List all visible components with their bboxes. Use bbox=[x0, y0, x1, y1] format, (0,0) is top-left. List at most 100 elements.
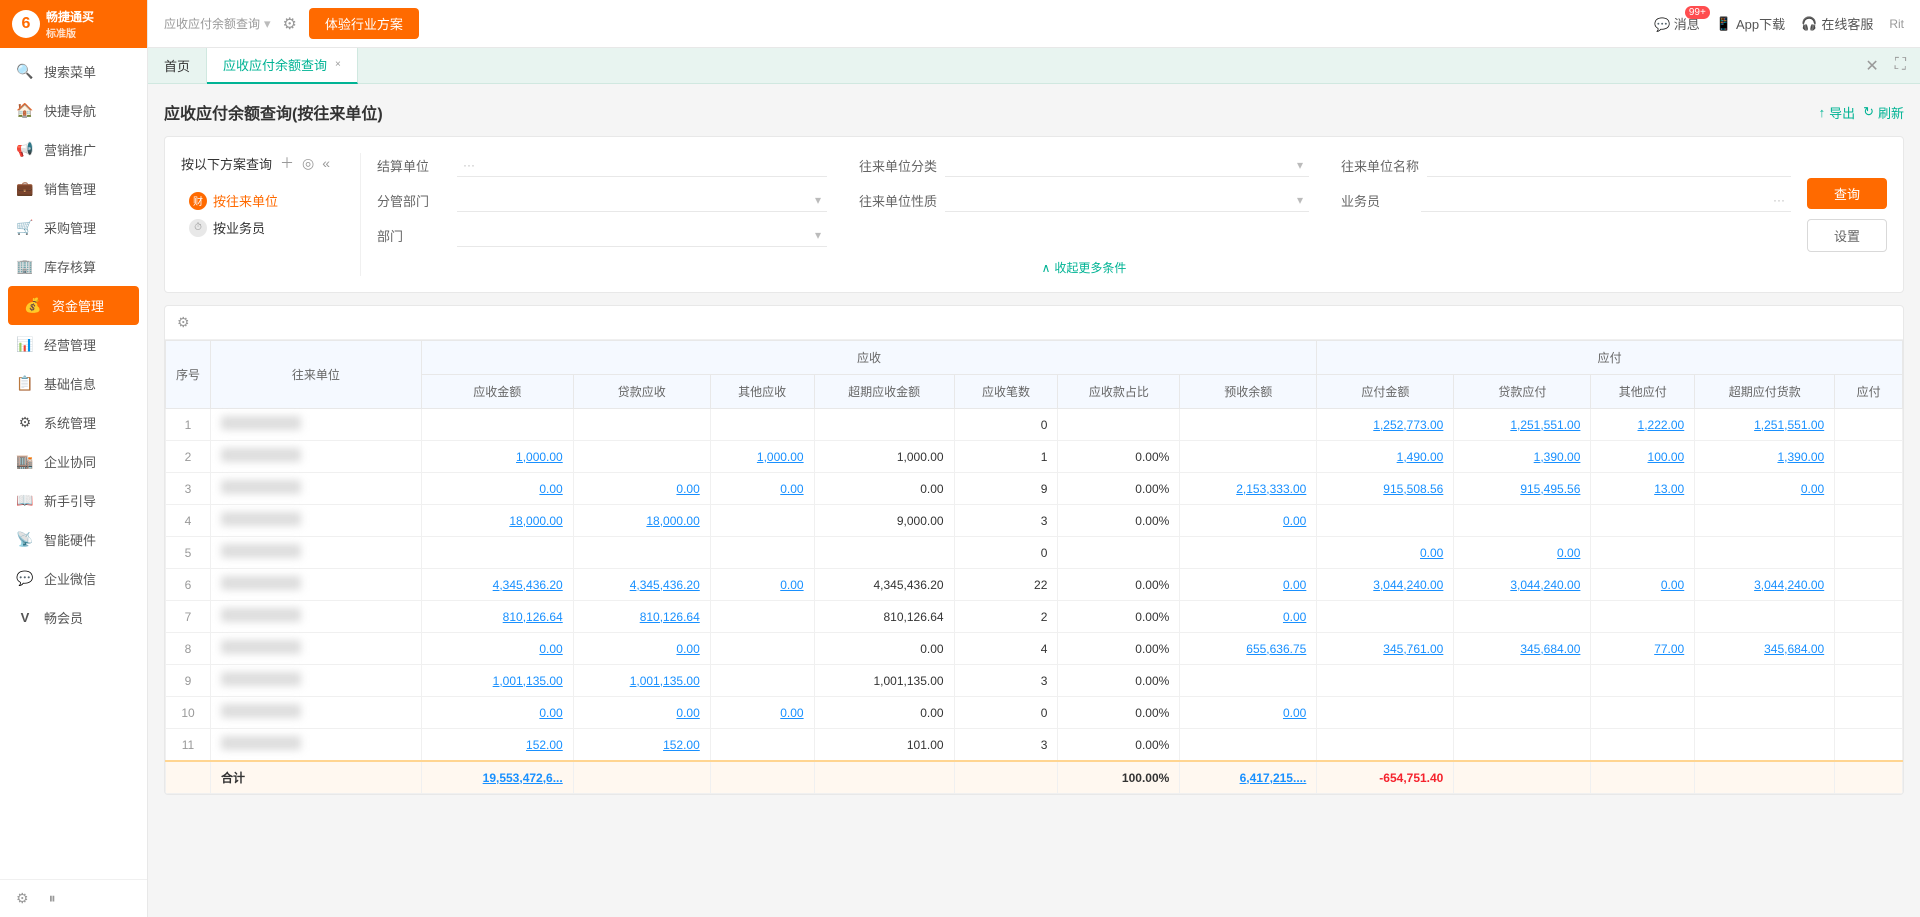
footer-advance[interactable]: 6,417,215.... bbox=[1180, 761, 1317, 794]
table-cell[interactable]: 0.00 bbox=[710, 697, 814, 729]
table-cell[interactable]: 13.00 bbox=[1591, 473, 1695, 505]
option-by-employee[interactable]: ⏱ 按业务员 bbox=[189, 214, 344, 241]
table-cell[interactable]: 915,508.56 bbox=[1317, 473, 1454, 505]
option-by-partner[interactable]: 财 按往来单位 bbox=[189, 187, 344, 214]
table-cell[interactable]: 0.00 bbox=[710, 569, 814, 601]
tab-close-all-icon[interactable]: ✕ bbox=[1859, 54, 1884, 78]
table-cell[interactable]: 152.00 bbox=[573, 729, 710, 762]
table-cell[interactable]: 2,153,333.00 bbox=[1180, 473, 1317, 505]
table-cell[interactable]: 0.00 bbox=[1180, 697, 1317, 729]
table-cell[interactable]: 1,251,551.00 bbox=[1454, 409, 1591, 441]
table-cell[interactable]: 345,761.00 bbox=[1317, 633, 1454, 665]
table-cell[interactable]: 1,390.00 bbox=[1695, 441, 1835, 473]
sidebar-item-search[interactable]: 🔍 搜索菜单 bbox=[0, 52, 147, 91]
table-cell[interactable]: 1,222.00 bbox=[1591, 409, 1695, 441]
table-cell[interactable]: 0.00 bbox=[1695, 473, 1835, 505]
sidebar-item-purchase[interactable]: 🛒 采购管理 bbox=[0, 208, 147, 247]
table-cell[interactable]: 3,044,240.00 bbox=[1317, 569, 1454, 601]
sidebar-item-hardware[interactable]: 📡 智能硬件 bbox=[0, 520, 147, 559]
table-cell[interactable]: 1,001,135.00 bbox=[573, 665, 710, 697]
settlement-select[interactable]: ··· bbox=[457, 154, 827, 177]
online-service[interactable]: 🎧 在线客服 bbox=[1801, 14, 1873, 33]
table-cell[interactable]: 18,000.00 bbox=[573, 505, 710, 537]
sidebar-item-wechat[interactable]: 💬 企业微信 bbox=[0, 559, 147, 598]
table-cell[interactable]: 1,000.00 bbox=[421, 441, 573, 473]
table-cell[interactable]: 810,126.64 bbox=[573, 601, 710, 633]
table-cell[interactable]: 1,251,551.00 bbox=[1695, 409, 1835, 441]
table-cell[interactable]: 0.00 bbox=[421, 697, 573, 729]
header-nav-breadcrumb[interactable]: 应收应付余额查询 ▾ bbox=[164, 15, 271, 32]
sidebar-item-marketing[interactable]: 📢 营销推广 bbox=[0, 130, 147, 169]
partner-name-input[interactable] bbox=[1427, 153, 1791, 177]
table-cell[interactable]: 4,345,436.20 bbox=[421, 569, 573, 601]
sidebar-item-quicknav[interactable]: 🏠 快捷导航 bbox=[0, 91, 147, 130]
table-cell[interactable]: 345,684.00 bbox=[1454, 633, 1591, 665]
table-cell[interactable]: 0.00 bbox=[710, 473, 814, 505]
export-button[interactable]: ↑ 导出 bbox=[1819, 103, 1856, 122]
setting-button[interactable]: 设置 bbox=[1807, 219, 1887, 252]
table-cell[interactable]: 0.00 bbox=[1180, 505, 1317, 537]
table-cell[interactable]: 1,390.00 bbox=[1454, 441, 1591, 473]
tab-receivable-query[interactable]: 应收应付余额查询 × bbox=[207, 48, 358, 84]
table-cell[interactable]: 655,636.75 bbox=[1180, 633, 1317, 665]
table-cell[interactable]: 100.00 bbox=[1591, 441, 1695, 473]
app-icon: 📱 bbox=[1716, 16, 1732, 32]
sidebar-item-sales[interactable]: 💼 销售管理 bbox=[0, 169, 147, 208]
department-select[interactable]: ▾ bbox=[457, 224, 827, 247]
table-cell[interactable]: 77.00 bbox=[1591, 633, 1695, 665]
sidebar-item-operations[interactable]: 📊 经营管理 bbox=[0, 325, 147, 364]
table-cell[interactable]: 152.00 bbox=[421, 729, 573, 762]
sidebar-item-enterprise[interactable]: 🏬 企业协同 bbox=[0, 442, 147, 481]
sidebar-item-guide[interactable]: 📖 新手引导 bbox=[0, 481, 147, 520]
table-cell[interactable]: 0.00 bbox=[1180, 569, 1317, 601]
table-cell[interactable]: 4,345,436.20 bbox=[573, 569, 710, 601]
table-cell[interactable]: 0.00 bbox=[573, 473, 710, 505]
sidebar-item-vip[interactable]: V 畅会员 bbox=[0, 598, 147, 637]
edit-scheme-icon[interactable]: ◎ bbox=[302, 155, 314, 172]
table-cell[interactable]: 0.00 bbox=[421, 473, 573, 505]
collapse-footer-icon[interactable]: ⏸ bbox=[49, 890, 56, 907]
table-cell[interactable]: 810,126.64 bbox=[421, 601, 573, 633]
collapse-button[interactable]: ∧ 收起更多条件 bbox=[1042, 259, 1127, 276]
table-cell[interactable]: 0.00 bbox=[421, 633, 573, 665]
tab-maximize-icon[interactable]: ⛶ bbox=[1889, 54, 1912, 78]
message-badge[interactable]: 💬 消息 99+ bbox=[1654, 14, 1700, 33]
sidebar-item-inventory[interactable]: 🏢 库存核算 bbox=[0, 247, 147, 286]
table-cell[interactable]: 1,490.00 bbox=[1317, 441, 1454, 473]
table-cell[interactable]: 0.00 bbox=[573, 633, 710, 665]
table-cell[interactable]: 915,495.56 bbox=[1454, 473, 1591, 505]
table-cell[interactable]: 0.00 bbox=[573, 697, 710, 729]
partner-nature-select[interactable]: ▾ bbox=[945, 189, 1309, 212]
table-cell[interactable]: 1,252,773.00 bbox=[1317, 409, 1454, 441]
table-cell[interactable]: 0.00 bbox=[1317, 537, 1454, 569]
user-info[interactable]: Rit bbox=[1889, 17, 1904, 31]
tab-home[interactable]: 首页 bbox=[148, 48, 207, 84]
tab-close-icon[interactable]: × bbox=[335, 59, 341, 70]
table-cell: 3 bbox=[954, 729, 1058, 762]
table-cell[interactable]: 0.00 bbox=[1180, 601, 1317, 633]
table-cell[interactable]: 1,000.00 bbox=[710, 441, 814, 473]
sidebar-item-system[interactable]: ⚙ 系统管理 bbox=[0, 403, 147, 442]
sidebar-item-finance[interactable]: 💰 资金管理 bbox=[8, 286, 139, 325]
query-button[interactable]: 查询 bbox=[1807, 178, 1887, 209]
header-settings-icon[interactable]: ⚙ bbox=[283, 14, 297, 34]
salesperson-select[interactable]: ··· bbox=[1421, 189, 1791, 212]
settings-footer-icon[interactable]: ⚙ bbox=[16, 890, 29, 907]
footer-receivable-total[interactable]: 19,553,472,6... bbox=[421, 761, 573, 794]
collapse-scheme-icon[interactable]: « bbox=[322, 155, 330, 171]
industry-solution-button[interactable]: 体验行业方案 bbox=[309, 8, 419, 39]
table-cell[interactable]: 3,044,240.00 bbox=[1695, 569, 1835, 601]
table-cell[interactable]: 0.00 bbox=[1454, 537, 1591, 569]
sidebar-item-basic-info[interactable]: 📋 基础信息 bbox=[0, 364, 147, 403]
app-download[interactable]: 📱 App下载 bbox=[1716, 14, 1785, 33]
table-cell[interactable]: 0.00 bbox=[1591, 569, 1695, 601]
partner-cat-select[interactable]: ▾ bbox=[945, 154, 1309, 177]
table-cell[interactable]: 345,684.00 bbox=[1695, 633, 1835, 665]
dept-select[interactable]: ▾ bbox=[457, 189, 827, 212]
refresh-button[interactable]: ↻ 刷新 bbox=[1863, 103, 1904, 122]
table-settings-icon[interactable]: ⚙ bbox=[177, 314, 190, 331]
table-cell[interactable]: 18,000.00 bbox=[421, 505, 573, 537]
table-cell[interactable]: 3,044,240.00 bbox=[1454, 569, 1591, 601]
table-cell[interactable]: 1,001,135.00 bbox=[421, 665, 573, 697]
add-scheme-icon[interactable]: ＋ bbox=[280, 153, 294, 173]
